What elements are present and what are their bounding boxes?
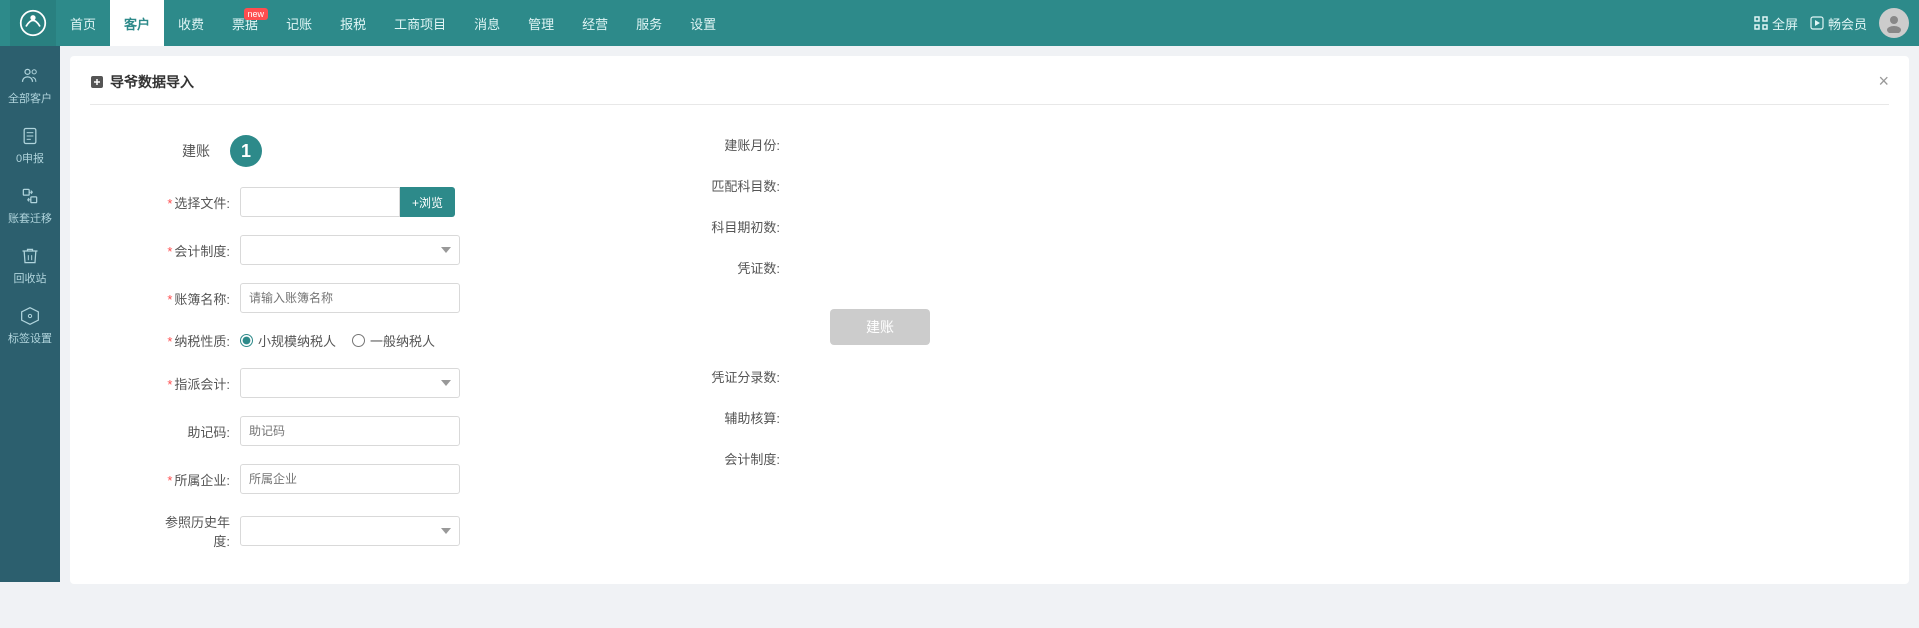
member-btn[interactable]: 畅会员 xyxy=(1810,14,1867,33)
file-input[interactable] xyxy=(240,187,400,217)
account-month-label: 建账月份: xyxy=(690,135,780,154)
ref-history-year-row: 参照历史年度: xyxy=(150,512,630,550)
file-label: *选择文件: xyxy=(150,193,230,212)
create-account-button[interactable]: 建账 xyxy=(830,309,930,345)
voucher-record-row: 凭证分录数: xyxy=(690,367,990,386)
nav-item-settings[interactable]: 设置 xyxy=(676,0,730,46)
account-month-row: 建账月份: xyxy=(690,135,990,154)
panel: 导爷数据导入 × 建账 1 *选择文件: +浏览 xyxy=(70,56,1909,584)
nav-item-account[interactable]: 记账 xyxy=(272,0,326,46)
voucher-record-label: 凭证分录数: xyxy=(690,367,780,386)
tax-type-general[interactable]: 一般纳税人 xyxy=(352,331,435,350)
ledger-name-label: *账簿名称: xyxy=(150,289,230,308)
trash-icon xyxy=(20,246,40,266)
ref-history-year-select[interactable] xyxy=(240,516,460,546)
sidebar-item-account-move[interactable]: 账套迁移 xyxy=(0,176,60,236)
tax-type-label: *纳税性质: xyxy=(150,331,230,350)
move-icon xyxy=(20,186,40,206)
nav-item-client[interactable]: 客户 xyxy=(110,0,164,46)
nav-items: 首页 客户 收费 票据 new 记账 报税 工商项目 消息 管理 经营 xyxy=(56,0,1754,46)
nav-item-tax[interactable]: 报税 xyxy=(326,0,380,46)
voucher-count-row: 凭证数: xyxy=(690,258,990,277)
step-circle: 1 xyxy=(230,135,262,167)
nav-item-fee[interactable]: 收费 xyxy=(164,0,218,46)
nav-item-service[interactable]: 服务 xyxy=(622,0,676,46)
ledger-name-input[interactable] xyxy=(240,283,460,313)
top-nav: 首页 客户 收费 票据 new 记账 报税 工商项目 消息 管理 经营 xyxy=(0,0,1919,46)
fullscreen-icon xyxy=(1754,16,1768,30)
assign-accountant-label: *指派会计: xyxy=(150,374,230,393)
avatar[interactable] xyxy=(1879,8,1909,38)
account-system-row: 会计制度: xyxy=(690,449,990,468)
browse-button[interactable]: +浏览 xyxy=(400,187,455,217)
voucher-count-label: 凭证数: xyxy=(690,258,780,277)
sidebar: 全部客户 0申报 账套迁移 回收站 xyxy=(0,46,60,582)
fullscreen-btn[interactable]: 全屏 xyxy=(1754,14,1798,33)
sidebar-item-declaration[interactable]: 0申报 xyxy=(0,116,60,176)
new-badge: new xyxy=(244,8,269,20)
tag-icon xyxy=(20,306,40,326)
subject-init-label: 科目期初数: xyxy=(690,217,780,236)
panel-title: 导爷数据导入 xyxy=(90,72,1889,105)
users-icon xyxy=(20,66,40,86)
helper-code-label: 助记码: xyxy=(150,422,230,441)
user-avatar-icon xyxy=(1884,13,1904,33)
sidebar-item-trash[interactable]: 回收站 xyxy=(0,236,60,296)
sidebar-item-tag-settings[interactable]: 标签设置 xyxy=(0,296,60,356)
step-label-text: 建账 xyxy=(150,141,210,161)
play-icon xyxy=(1810,16,1824,30)
aux-accounting-label: 辅助核算: xyxy=(690,408,780,427)
nav-right: 全屏 畅会员 xyxy=(1754,8,1909,38)
belong-company-row: *所属企业: xyxy=(150,464,630,494)
belong-company-label: *所属企业: xyxy=(150,470,230,489)
accounting-system-select[interactable] xyxy=(240,235,460,265)
nav-item-operation[interactable]: 经营 xyxy=(568,0,622,46)
ledger-name-row: *账簿名称: xyxy=(150,283,630,313)
aux-accounting-row: 辅助核算: xyxy=(690,408,990,427)
helper-code-row: 助记码: xyxy=(150,416,630,446)
nav-item-business[interactable]: 工商项目 xyxy=(380,0,460,46)
accounting-system-label: *会计制度: xyxy=(150,241,230,260)
file-row: *选择文件: +浏览 xyxy=(150,187,630,217)
main-content: 导爷数据导入 × 建账 1 *选择文件: +浏览 xyxy=(60,46,1919,594)
account-system-label: 会计制度: xyxy=(690,449,780,468)
tax-type-row: *纳税性质: 小规模纳税人 一般纳税人 xyxy=(150,331,630,350)
subject-init-row: 科目期初数: xyxy=(690,217,990,236)
file-icon xyxy=(20,126,40,146)
belong-company-input[interactable] xyxy=(240,464,460,494)
file-input-group: +浏览 xyxy=(240,187,455,217)
ref-history-year-label: 参照历史年度: xyxy=(150,512,230,550)
accounting-system-row: *会计制度: xyxy=(150,235,630,265)
form-area: 建账 1 *选择文件: +浏览 *会计制度: xyxy=(90,125,1889,568)
import-icon xyxy=(90,75,104,89)
match-subject-row: 匹配科目数: xyxy=(690,176,990,195)
nav-item-invoice[interactable]: 票据 new xyxy=(218,0,272,46)
tax-type-group: 小规模纳税人 一般纳税人 xyxy=(240,331,435,350)
logo xyxy=(10,0,56,46)
sidebar-item-all-clients[interactable]: 全部客户 xyxy=(0,56,60,116)
assign-accountant-select[interactable] xyxy=(240,368,460,398)
helper-code-input[interactable] xyxy=(240,416,460,446)
tax-type-small[interactable]: 小规模纳税人 xyxy=(240,331,336,350)
match-subject-label: 匹配科目数: xyxy=(690,176,780,195)
nav-item-message[interactable]: 消息 xyxy=(460,0,514,46)
step-header: 建账 1 xyxy=(150,135,630,167)
assign-accountant-row: *指派会计: xyxy=(150,368,630,398)
form-right: 建账月份: 匹配科目数: 科目期初数: 凭证数: 建账 xyxy=(690,135,990,568)
nav-item-home[interactable]: 首页 xyxy=(56,0,110,46)
nav-item-manage[interactable]: 管理 xyxy=(514,0,568,46)
form-left: 建账 1 *选择文件: +浏览 *会计制度: xyxy=(150,135,630,568)
close-button[interactable]: × xyxy=(1878,72,1889,90)
